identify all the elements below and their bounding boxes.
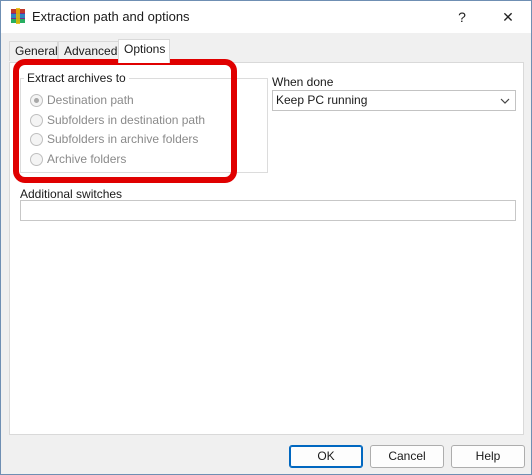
ok-button[interactable]: OK [289, 445, 363, 468]
cancel-button[interactable]: Cancel [370, 445, 444, 468]
title-help-button[interactable]: ? [439, 1, 485, 33]
help-button[interactable]: Help [451, 445, 525, 468]
tab-general[interactable]: General [9, 41, 58, 61]
additional-switches-input[interactable] [20, 200, 516, 221]
tab-advanced[interactable]: Advanced [58, 41, 119, 61]
window-title: Extraction path and options [32, 9, 190, 24]
radio-subfolders-archive[interactable]: Subfolders in archive folders [30, 131, 198, 147]
options-tab-panel: Extract archives to Destination path Sub… [9, 62, 524, 435]
radio-label: Archive folders [47, 152, 127, 166]
radio-button[interactable] [30, 132, 43, 146]
additional-switches-label: Additional switches [20, 187, 123, 201]
winrar-icon [10, 8, 26, 24]
close-button[interactable]: ✕ [485, 1, 531, 33]
title-bar: Extraction path and options ? ✕ [1, 1, 531, 33]
radio-button[interactable] [30, 113, 43, 127]
radio-button[interactable] [30, 152, 43, 166]
when-done-value: Keep PC running [276, 93, 368, 107]
chevron-down-icon [499, 94, 511, 106]
radio-label: Subfolders in archive folders [47, 132, 199, 146]
dialog-window: Extraction path and options ? ✕ General … [0, 0, 532, 475]
when-done-select[interactable]: Keep PC running [272, 90, 516, 111]
dialog-client: General Advanced Options Extract archive… [1, 33, 531, 474]
groupbox-title: Extract archives to [24, 71, 129, 85]
tab-options[interactable]: Options [118, 39, 170, 63]
radio-subfolders-destination[interactable]: Subfolders in destination path [30, 112, 205, 128]
radio-button-checked[interactable] [30, 93, 43, 107]
when-done-label: When done [272, 75, 334, 89]
radio-archive-folders[interactable]: Archive folders [30, 151, 126, 167]
radio-destination-path[interactable]: Destination path [30, 92, 134, 108]
radio-label: Subfolders in destination path [47, 113, 206, 127]
radio-label: Destination path [47, 93, 134, 107]
